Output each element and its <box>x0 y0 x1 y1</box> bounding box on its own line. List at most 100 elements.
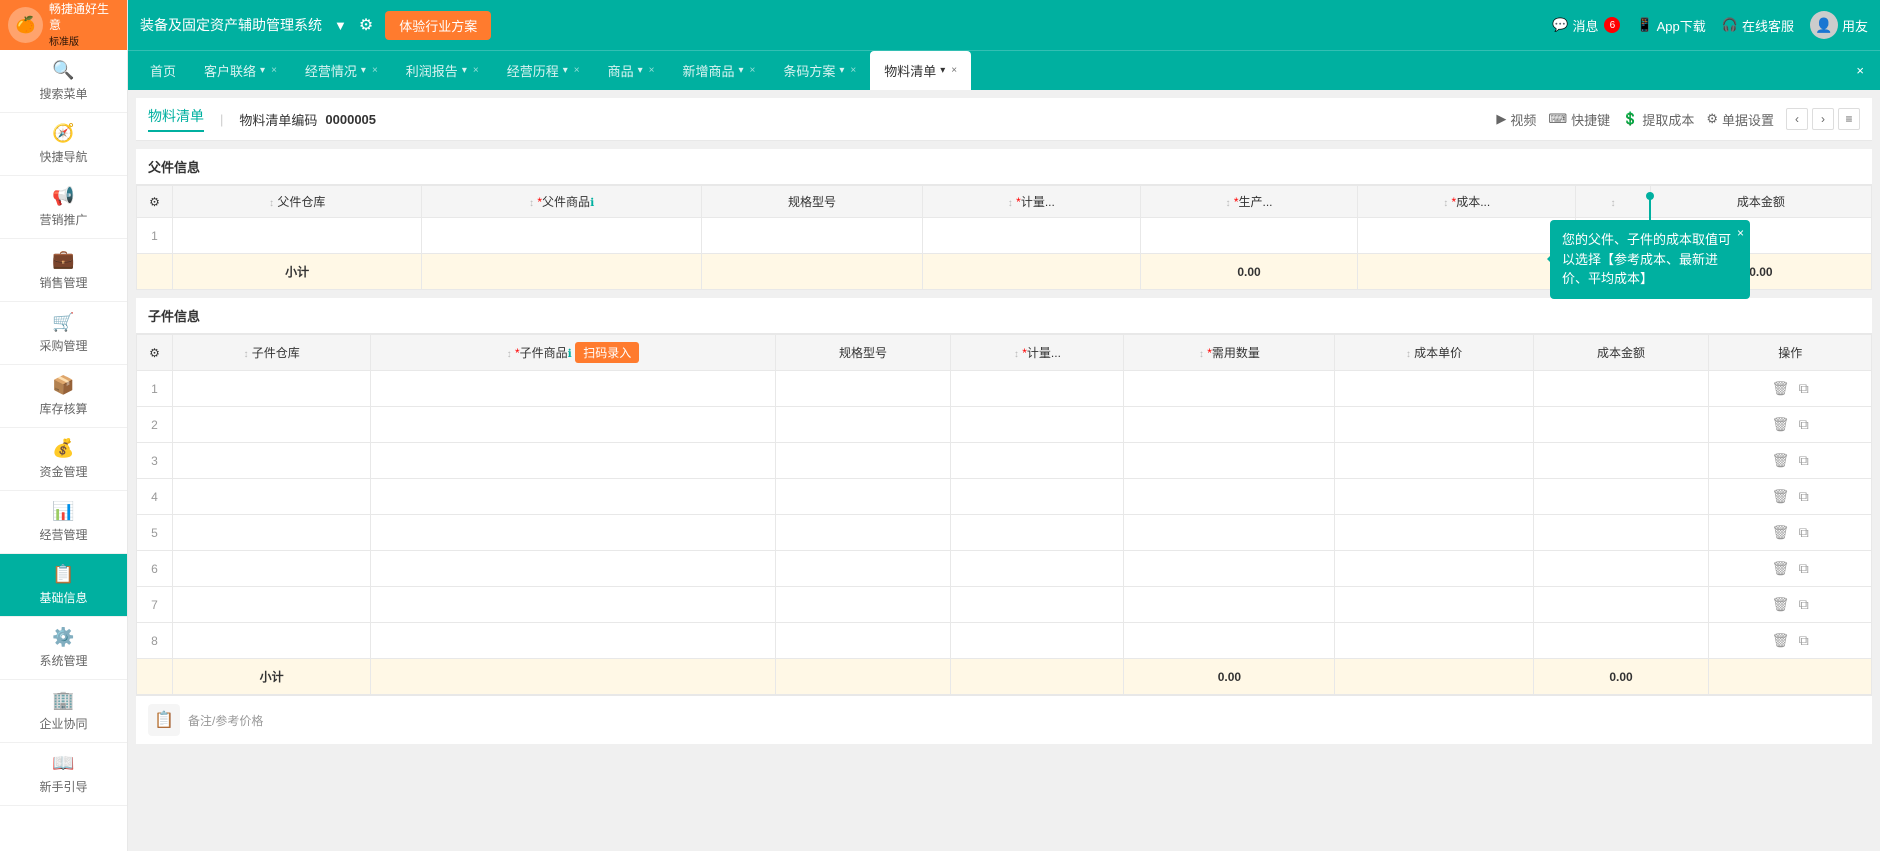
child-needed-qty-cell[interactable] <box>1124 515 1335 551</box>
tab-bom-list[interactable]: 物料清单 <box>148 106 204 132</box>
notes-icon[interactable]: 📋 <box>148 704 180 736</box>
topbar-dropdown-icon[interactable]: ▼ <box>334 18 347 33</box>
child-needed-qty-cell[interactable] <box>1124 587 1335 623</box>
child-col-settings[interactable]: ⚙ <box>137 335 173 371</box>
tab-dropdown-new-goods[interactable]: ▾ <box>738 65 743 76</box>
topbar-settings-icon[interactable]: ⚙ <box>359 15 373 35</box>
sidebar-item-enterprise[interactable]: 🏢企业协同 <box>0 680 127 743</box>
delete-row-button[interactable]: 🗑 <box>1769 380 1793 396</box>
parent-qty-cell[interactable] <box>922 218 1140 254</box>
child-warehouse-cell[interactable] <box>173 479 371 515</box>
message-button[interactable]: 💬 消息 6 <box>1552 16 1620 35</box>
child-qty-cell[interactable] <box>951 587 1124 623</box>
sidebar-item-quick-nav[interactable]: 🧭快捷导航 <box>0 113 127 176</box>
list-view-button[interactable]: ≡ <box>1838 108 1860 130</box>
child-spec-cell[interactable] <box>775 407 951 443</box>
child-goods-cell[interactable] <box>371 479 775 515</box>
child-unit-cost-cell[interactable] <box>1335 623 1533 659</box>
nav-tab-operations[interactable]: 经营情况 ▾ × <box>291 51 392 91</box>
sidebar-item-inventory[interactable]: 📦库存核算 <box>0 365 127 428</box>
child-warehouse-cell[interactable] <box>173 623 371 659</box>
next-page-button[interactable]: › <box>1812 108 1834 130</box>
copy-row-button[interactable]: ⧉ <box>1796 452 1812 468</box>
child-unit-cost-cell[interactable] <box>1335 443 1533 479</box>
prev-page-button[interactable]: ‹ <box>1786 108 1808 130</box>
trial-button[interactable]: 体验行业方案 <box>385 11 491 40</box>
tab-dropdown-barcode[interactable]: ▾ <box>839 65 844 76</box>
parent-col-settings[interactable]: ⚙ <box>137 186 173 218</box>
tooltip-close-button[interactable]: × <box>1737 224 1744 242</box>
parent-cost-cell[interactable] <box>1358 218 1576 254</box>
delete-row-button[interactable]: 🗑 <box>1769 632 1793 648</box>
tab-close-history[interactable]: × <box>574 65 580 76</box>
close-tab-button[interactable]: × <box>1848 63 1872 78</box>
child-unit-cost-cell[interactable] <box>1335 515 1533 551</box>
sidebar-item-sales[interactable]: 💼销售管理 <box>0 239 127 302</box>
child-qty-cell[interactable] <box>951 623 1124 659</box>
nav-tab-bom[interactable]: 物料清单 ▾ × <box>870 51 971 91</box>
child-unit-cost-cell[interactable] <box>1335 551 1533 587</box>
online-service-button[interactable]: 🎧 在线客服 <box>1722 16 1794 35</box>
child-warehouse-cell[interactable] <box>173 443 371 479</box>
child-needed-qty-cell[interactable] <box>1124 551 1335 587</box>
child-goods-cell[interactable] <box>371 407 775 443</box>
child-spec-cell[interactable] <box>775 623 951 659</box>
tab-close-new-goods[interactable]: × <box>750 65 756 76</box>
tab-close-goods[interactable]: × <box>649 65 655 76</box>
parent-goods-info-icon[interactable]: ℹ <box>590 197 594 209</box>
nav-tab-home[interactable]: 首页 <box>136 51 190 91</box>
delete-row-button[interactable]: 🗑 <box>1769 524 1793 540</box>
sidebar-item-search[interactable]: 🔍搜索菜单 <box>0 50 127 113</box>
tab-close-barcode[interactable]: × <box>850 65 856 76</box>
user-menu[interactable]: 👤 用友 <box>1810 11 1868 39</box>
child-needed-qty-cell[interactable] <box>1124 479 1335 515</box>
child-warehouse-cell[interactable] <box>173 551 371 587</box>
tab-dropdown-customers[interactable]: ▾ <box>260 65 265 76</box>
copy-row-button[interactable]: ⧉ <box>1796 380 1812 396</box>
copy-row-button[interactable]: ⧉ <box>1796 524 1812 540</box>
child-spec-cell[interactable] <box>775 587 951 623</box>
nav-tab-profit[interactable]: 利润报告 ▾ × <box>392 51 493 91</box>
child-needed-qty-cell[interactable] <box>1124 371 1335 407</box>
parent-goods-cell[interactable] <box>422 218 702 254</box>
app-download-button[interactable]: 📱 App下载 <box>1636 16 1705 35</box>
video-button[interactable]: ▶ 视频 <box>1496 110 1536 129</box>
copy-row-button[interactable]: ⧉ <box>1796 596 1812 612</box>
child-spec-cell[interactable] <box>775 479 951 515</box>
child-spec-cell[interactable] <box>775 551 951 587</box>
parent-warehouse-cell[interactable] <box>173 218 422 254</box>
child-qty-cell[interactable] <box>951 371 1124 407</box>
nav-tab-history[interactable]: 经营历程 ▾ × <box>493 51 594 91</box>
copy-row-button[interactable]: ⧉ <box>1796 416 1812 432</box>
child-unit-cost-cell[interactable] <box>1335 371 1533 407</box>
nav-tab-goods[interactable]: 商品 ▾ × <box>594 51 669 91</box>
child-needed-qty-cell[interactable] <box>1124 623 1335 659</box>
child-goods-cell[interactable] <box>371 551 775 587</box>
child-unit-cost-cell[interactable] <box>1335 587 1533 623</box>
delete-row-button[interactable]: 🗑 <box>1769 416 1793 432</box>
child-qty-cell[interactable] <box>951 551 1124 587</box>
child-goods-cell[interactable] <box>371 587 775 623</box>
delete-row-button[interactable]: 🗑 <box>1769 488 1793 504</box>
child-needed-qty-cell[interactable] <box>1124 443 1335 479</box>
nav-tab-new-goods[interactable]: 新增商品 ▾ × <box>668 51 769 91</box>
tab-close-bom[interactable]: × <box>951 65 957 76</box>
copy-row-button[interactable]: ⧉ <box>1796 488 1812 504</box>
tab-dropdown-history[interactable]: ▾ <box>563 65 568 76</box>
sidebar-item-marketing[interactable]: 📢营销推广 <box>0 176 127 239</box>
child-warehouse-cell[interactable] <box>173 587 371 623</box>
tab-dropdown-bom[interactable]: ▾ <box>940 65 945 76</box>
child-warehouse-cell[interactable] <box>173 515 371 551</box>
child-warehouse-cell[interactable] <box>173 371 371 407</box>
sidebar-item-purchase[interactable]: 🛒采购管理 <box>0 302 127 365</box>
child-qty-cell[interactable] <box>951 515 1124 551</box>
delete-row-button[interactable]: 🗑 <box>1769 596 1793 612</box>
sidebar-item-basic-info[interactable]: 📋基础信息 <box>0 554 127 617</box>
parent-spec-cell[interactable] <box>701 218 922 254</box>
tab-dropdown-profit[interactable]: ▾ <box>462 65 467 76</box>
delete-row-button[interactable]: 🗑 <box>1769 560 1793 576</box>
sidebar-item-finance[interactable]: 💰资金管理 <box>0 428 127 491</box>
child-warehouse-cell[interactable] <box>173 407 371 443</box>
child-spec-cell[interactable] <box>775 371 951 407</box>
child-spec-cell[interactable] <box>775 515 951 551</box>
